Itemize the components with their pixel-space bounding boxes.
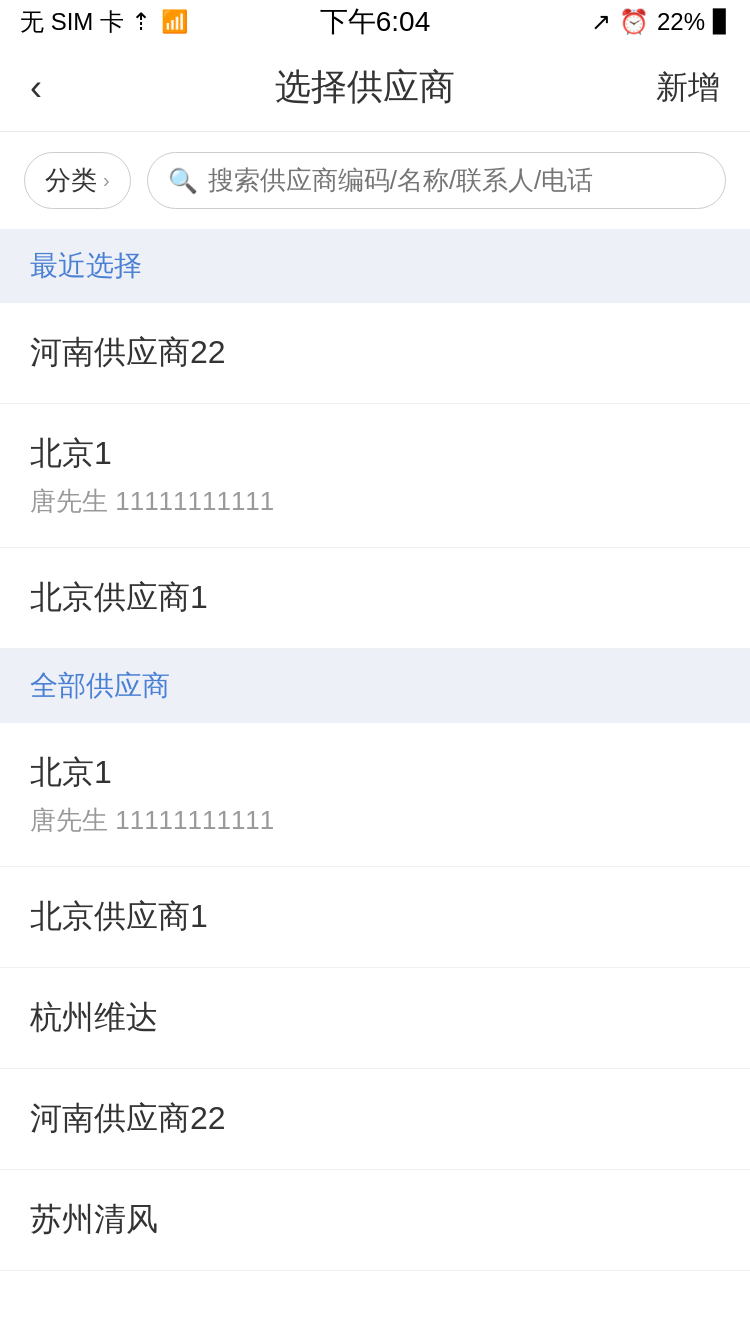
status-right: ↗ ⏰ 22% ▊	[591, 8, 730, 36]
item-name: 北京1	[30, 751, 720, 795]
page-title: 选择供应商	[90, 63, 640, 112]
item-name: 北京供应商1	[30, 576, 720, 620]
list-item[interactable]: 苏州清风	[0, 1170, 750, 1271]
item-name: 苏州清风	[30, 1198, 720, 1242]
filter-bar: 分类 › 🔍	[0, 132, 750, 229]
alarm-icon: ⏰	[619, 8, 649, 36]
item-name: 北京供应商1	[30, 895, 720, 939]
list-item[interactable]: 北京供应商1	[0, 867, 750, 968]
list-item[interactable]: 杭州维达	[0, 968, 750, 1069]
battery-percent: 22%	[657, 8, 705, 36]
wifi-icon: 📶	[161, 9, 188, 35]
list-item[interactable]: 北京1 唐先生 11111111111	[0, 723, 750, 867]
sim-status: 无 SIM 卡 ⇡	[20, 6, 151, 38]
category-label: 分类	[45, 163, 97, 198]
search-input[interactable]	[208, 165, 705, 196]
recent-section-header: 最近选择	[0, 229, 750, 303]
search-icon: 🔍	[168, 167, 198, 195]
item-name: 河南供应商22	[30, 331, 720, 375]
nav-bar: ‹ 选择供应商 新增	[0, 44, 750, 132]
search-box[interactable]: 🔍	[147, 152, 726, 209]
list-item[interactable]: 北京供应商1	[0, 548, 750, 649]
battery-icon: ▊	[713, 9, 730, 35]
list-item[interactable]: 北京1 唐先生 11111111111	[0, 404, 750, 548]
add-button[interactable]: 新增	[640, 66, 720, 110]
item-name: 河南供应商22	[30, 1097, 720, 1141]
all-section-header: 全部供应商	[0, 649, 750, 723]
list-item[interactable]: 河南供应商22	[0, 1069, 750, 1170]
item-detail: 唐先生 11111111111	[30, 484, 720, 519]
chevron-right-icon: ›	[103, 169, 110, 192]
item-detail: 唐先生 11111111111	[30, 803, 720, 838]
location-icon: ↗	[591, 8, 611, 36]
list-item[interactable]: 河南供应商22	[0, 303, 750, 404]
item-name: 杭州维达	[30, 996, 720, 1040]
status-bar: 无 SIM 卡 ⇡ 📶 下午6:04 ↗ ⏰ 22% ▊	[0, 0, 750, 44]
category-button[interactable]: 分类 ›	[24, 152, 131, 209]
status-left: 无 SIM 卡 ⇡ 📶	[20, 6, 188, 38]
status-time: 下午6:04	[320, 3, 431, 41]
item-name: 北京1	[30, 432, 720, 476]
back-button[interactable]: ‹	[30, 67, 90, 109]
